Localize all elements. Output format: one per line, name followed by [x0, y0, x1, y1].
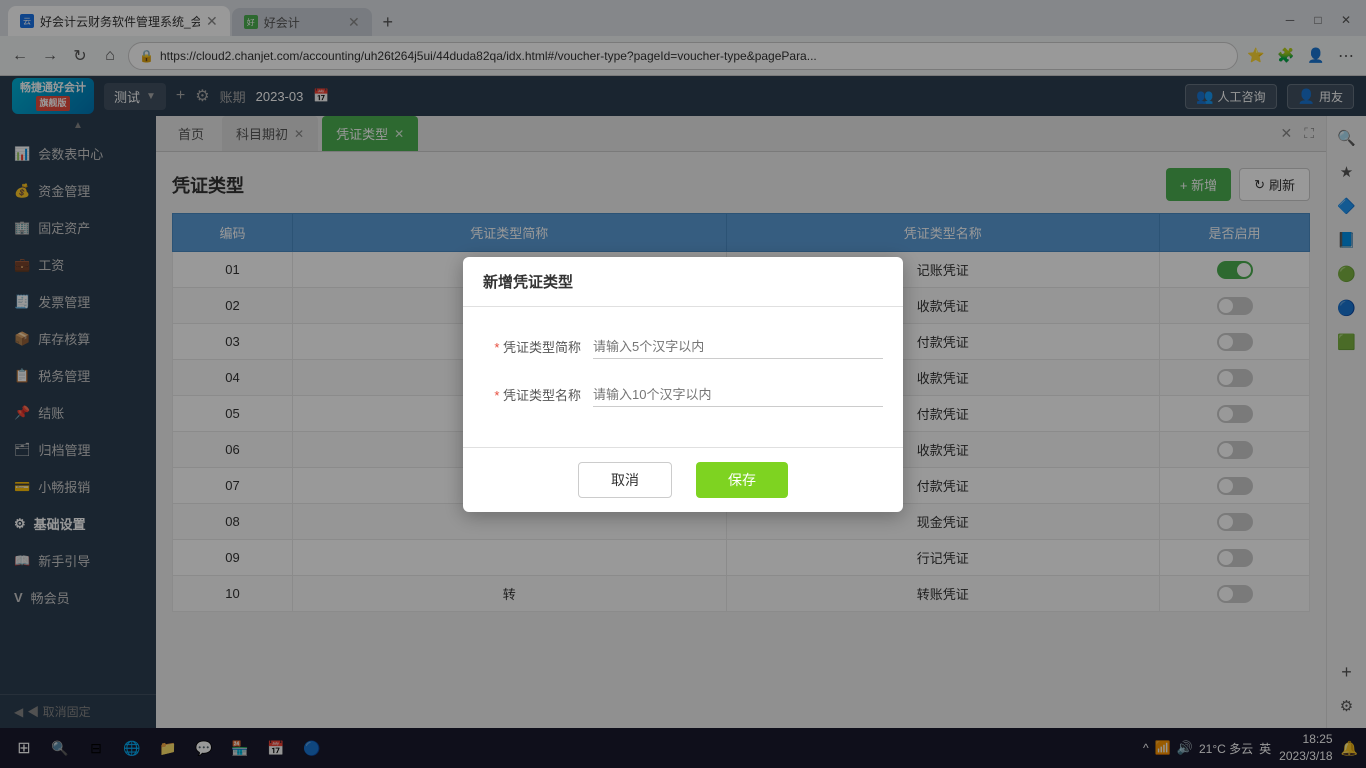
modal-footer: 取消 保存: [463, 447, 903, 512]
modal-overlay: 新增凭证类型 * 凭证类型简称 * 凭证类型名称 取消 保存: [0, 0, 1366, 768]
modal-header: 新增凭证类型: [463, 257, 903, 307]
cancel-button[interactable]: 取消: [578, 462, 672, 498]
save-button[interactable]: 保存: [696, 462, 788, 498]
abbr-label: * 凭证类型简称: [483, 337, 593, 356]
modal-dialog: 新增凭证类型 * 凭证类型简称 * 凭证类型名称 取消 保存: [463, 257, 903, 512]
modal-title: 新增凭证类型: [483, 274, 573, 291]
name-row: * 凭证类型名称: [483, 383, 883, 407]
name-input[interactable]: [593, 383, 883, 407]
modal-body: * 凭证类型简称 * 凭证类型名称: [463, 307, 903, 447]
abbr-row: * 凭证类型简称: [483, 335, 883, 359]
name-label: * 凭证类型名称: [483, 385, 593, 404]
abbr-input[interactable]: [593, 335, 883, 359]
